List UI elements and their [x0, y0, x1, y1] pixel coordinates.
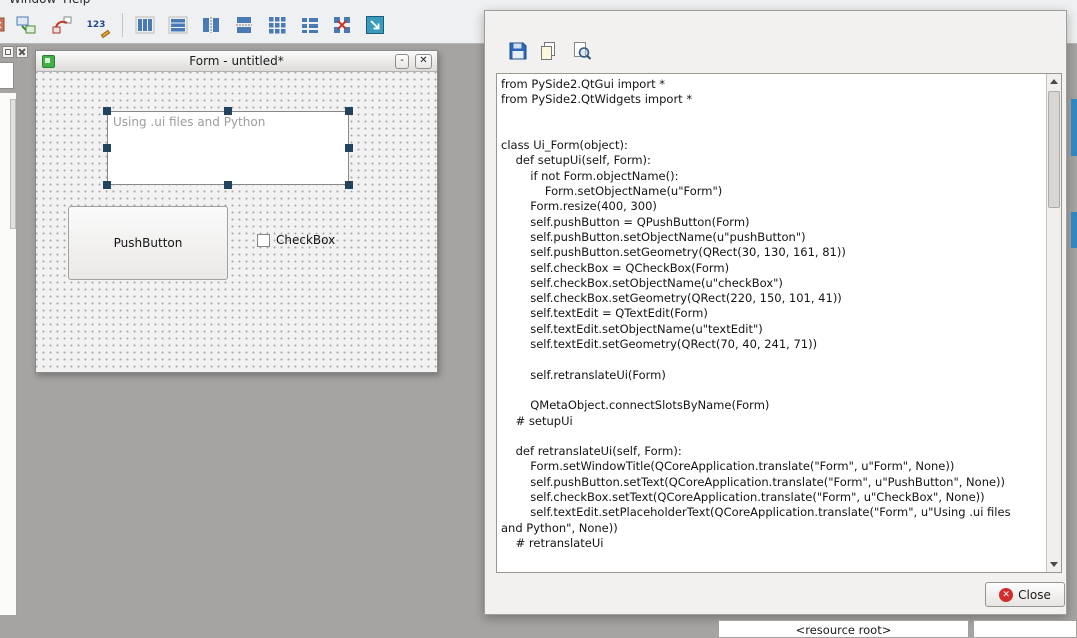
- edit-widgets-glyph: [0, 14, 9, 36]
- layout-splitter-vertical-glyph: [233, 14, 255, 36]
- designed-textedit[interactable]: Using .ui files and Python: [107, 111, 349, 185]
- layout-splitter-vertical-icon[interactable]: [231, 12, 257, 38]
- layout-form-icon[interactable]: [297, 12, 323, 38]
- scrollbar-thumb[interactable]: [1048, 91, 1060, 208]
- save-icon[interactable]: [505, 38, 531, 64]
- find-glyph: [571, 40, 593, 62]
- minimize-button[interactable]: -: [395, 54, 409, 69]
- code-editor[interactable]: from PySide2.QtGui import * from PySide2…: [496, 73, 1062, 573]
- layout-vertical-icon[interactable]: [165, 12, 191, 38]
- layout-splitter-horizontal-glyph: [200, 14, 222, 36]
- checkbox-label: CheckBox: [276, 233, 335, 247]
- layout-grid-icon[interactable]: [264, 12, 290, 38]
- selection-handle-top-center[interactable]: [224, 107, 232, 115]
- edit-signals-slots-glyph: [15, 14, 37, 36]
- layout-horizontal-icon[interactable]: [132, 12, 158, 38]
- break-layout-glyph: [331, 14, 353, 36]
- textedit-placeholder: Using .ui files and Python: [113, 115, 265, 129]
- close-button-label: Close: [1018, 588, 1051, 602]
- copy-glyph: [537, 40, 559, 62]
- menubar: Window Help: [0, 0, 1077, 7]
- tab-order-numbers: 123: [87, 20, 106, 30]
- resource-panel-fragment: [973, 620, 1077, 638]
- selection-handle-bottom-center[interactable]: [224, 181, 232, 189]
- find-icon[interactable]: [569, 38, 595, 64]
- break-layout-icon[interactable]: [329, 12, 355, 38]
- scroll-down-icon[interactable]: [1047, 557, 1061, 572]
- save-glyph: [507, 40, 529, 62]
- down-triangle-glyph: [1050, 562, 1058, 567]
- edit-widgets-icon[interactable]: [0, 12, 11, 38]
- background-window-edge: [1071, 212, 1077, 248]
- selection-handle-mid-right[interactable]: [345, 144, 353, 152]
- dock-float-icon[interactable]: [2, 46, 14, 58]
- scroll-up-icon[interactable]: [1047, 74, 1061, 89]
- toolbar-separator: [122, 13, 123, 37]
- float-glyph: [5, 49, 11, 55]
- edit-tab-order-icon[interactable]: 123: [81, 12, 111, 38]
- checkbox-box[interactable]: [257, 234, 270, 247]
- selection-handle-bottom-left[interactable]: [103, 181, 111, 189]
- selection-handle-top-left[interactable]: [103, 107, 111, 115]
- copy-icon[interactable]: [535, 38, 561, 64]
- generated-python-code[interactable]: from PySide2.QtGui import * from PySide2…: [501, 77, 1044, 570]
- pencil-glyph: [101, 30, 111, 38]
- code-scrollbar[interactable]: [1046, 74, 1061, 572]
- adjust-size-glyph: [364, 14, 386, 36]
- widgetbox-filter-input[interactable]: [0, 62, 14, 89]
- selection-handle-mid-left[interactable]: [103, 144, 111, 152]
- layout-splitter-horizontal-icon[interactable]: [198, 12, 224, 38]
- code-preview-dialog: from PySide2.QtGui import * from PySide2…: [484, 10, 1067, 615]
- selection-handle-top-right[interactable]: [345, 107, 353, 115]
- close-dialog-button[interactable]: ✕ Close: [985, 582, 1065, 607]
- selection-handle-bottom-right[interactable]: [345, 181, 353, 189]
- designed-checkbox[interactable]: CheckBox: [257, 233, 335, 247]
- edit-signals-slots-icon[interactable]: [13, 12, 39, 38]
- designer-form-window: Form - untitled* - ✕ Using .ui files and…: [35, 50, 438, 373]
- close-circle-icon: ✕: [999, 588, 1013, 602]
- layout-form-glyph: [299, 14, 321, 36]
- form-window-title: Form - untitled*: [36, 54, 437, 68]
- layout-grid-glyph: [266, 14, 288, 36]
- designed-pushbutton[interactable]: PushButton: [68, 206, 228, 280]
- application-window: Window Help 123: [0, 0, 1077, 638]
- adjust-size-icon[interactable]: [362, 12, 388, 38]
- widgetbox-scrollbar[interactable]: [10, 99, 16, 229]
- form-canvas[interactable]: Using .ui files and Python PushButton Ch…: [36, 72, 437, 372]
- edit-buddies-glyph: [51, 14, 73, 36]
- layout-horizontal-glyph: [134, 14, 156, 36]
- up-triangle-glyph: [1050, 79, 1058, 84]
- layout-vertical-glyph: [167, 14, 189, 36]
- menu-help[interactable]: Help: [63, 0, 90, 6]
- edit-buddies-icon[interactable]: [49, 12, 75, 38]
- resource-root-item[interactable]: <resource root>: [718, 620, 969, 638]
- form-titlebar[interactable]: Form - untitled* - ✕: [36, 51, 437, 72]
- background-window-edge: [1071, 99, 1077, 156]
- close-button[interactable]: ✕: [415, 54, 432, 69]
- dock-close-icon[interactable]: [16, 46, 28, 58]
- menu-window[interactable]: Window: [9, 0, 56, 6]
